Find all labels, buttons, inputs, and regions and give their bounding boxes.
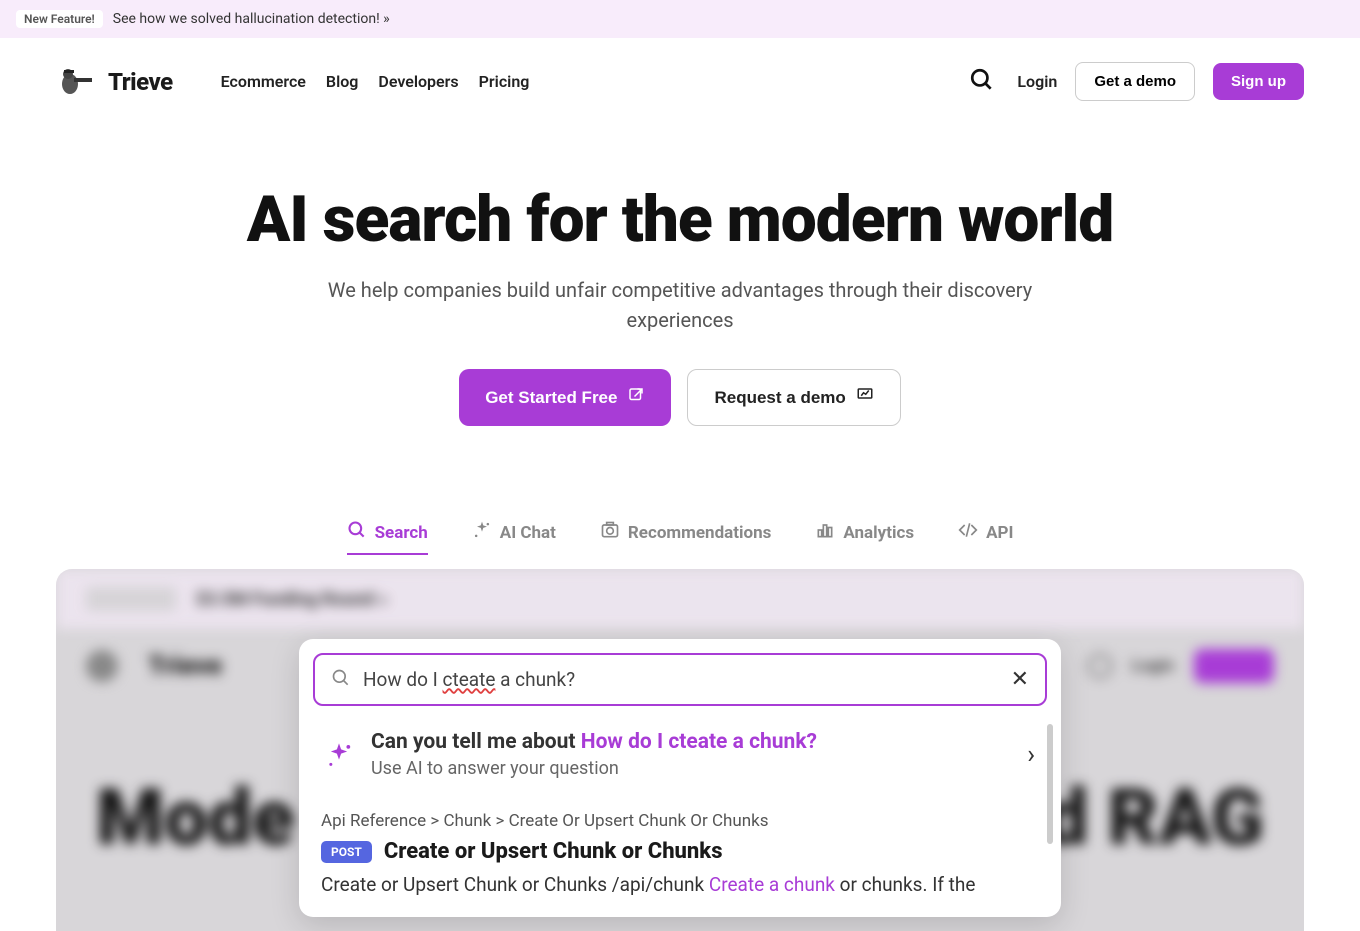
tab-recommendations[interactable]: Recommendations xyxy=(600,520,771,555)
search-icon xyxy=(331,668,351,692)
search-input-wrapper[interactable]: How do I cteate a chunk? ✕ xyxy=(313,653,1047,706)
search-icon xyxy=(347,520,367,545)
tab-label: AI Chat xyxy=(500,523,556,543)
result-title-row[interactable]: POST Create or Upsert Chunk or Chunks xyxy=(317,839,1043,864)
header-right: Login Get a demo Sign up xyxy=(965,62,1304,101)
hero: AI search for the modern world We help c… xyxy=(0,125,1360,466)
request-demo-label: Request a demo xyxy=(714,388,845,408)
tab-label: Analytics xyxy=(843,523,914,543)
search-input[interactable]: How do I cteate a chunk? xyxy=(363,668,999,691)
camera-icon xyxy=(600,520,620,545)
tab-label: Search xyxy=(375,523,428,543)
request-demo-button[interactable]: Request a demo xyxy=(687,369,900,426)
nav-developers[interactable]: Developers xyxy=(378,72,458,91)
blur-headline-left: Mode xyxy=(96,773,295,864)
feature-tabs: Search AI Chat Recommendations Analytics… xyxy=(0,520,1360,555)
blur-brand: Trieve xyxy=(148,651,222,681)
nav-ecommerce[interactable]: Ecommerce xyxy=(221,72,306,91)
ai-suggest-subtitle: Use AI to answer your question xyxy=(371,758,1009,779)
result-description: Create or Upsert Chunk or Chunks /api/ch… xyxy=(317,872,1043,899)
get-started-label: Get Started Free xyxy=(485,388,617,408)
main-nav: Ecommerce Blog Developers Pricing xyxy=(221,72,530,91)
scrollbar[interactable] xyxy=(1047,724,1053,844)
hero-title: AI search for the modern world xyxy=(20,185,1340,255)
chevron-right-icon: › xyxy=(1027,740,1035,770)
ai-suggestion-row[interactable]: Can you tell me about How do I cteate a … xyxy=(317,720,1043,789)
brand-name: Trieve xyxy=(108,68,173,96)
search-results: Can you tell me about How do I cteate a … xyxy=(313,706,1047,903)
hero-ctas: Get Started Free Request a demo xyxy=(20,369,1340,426)
nav-blog[interactable]: Blog xyxy=(326,72,358,91)
hero-subtitle: We help companies build unfair competiti… xyxy=(320,275,1040,335)
announcement-text: See how we solved hallucination detectio… xyxy=(113,11,390,27)
signup-button[interactable]: Sign up xyxy=(1213,63,1304,100)
brand-logo-icon xyxy=(56,66,96,98)
blur-headline-right: d RAG xyxy=(1044,773,1264,864)
external-link-icon xyxy=(627,386,645,409)
sparkle-icon xyxy=(472,520,492,545)
code-icon xyxy=(958,520,978,545)
result-breadcrumb: Api Reference > Chunk > Create Or Upsert… xyxy=(317,811,1043,831)
presentation-icon xyxy=(856,386,874,409)
tab-label: API xyxy=(986,523,1013,543)
announcement-badge: New Feature! xyxy=(16,10,103,28)
result-title: Create or Upsert Chunk or Chunks xyxy=(384,839,723,864)
tab-analytics[interactable]: Analytics xyxy=(815,520,914,555)
blur-login: Login xyxy=(1132,656,1174,676)
site-header: Trieve Ecommerce Blog Developers Pricing… xyxy=(0,38,1360,125)
announcement-bar[interactable]: New Feature! See how we solved hallucina… xyxy=(0,0,1360,38)
login-link[interactable]: Login xyxy=(1017,72,1057,91)
search-modal: How do I cteate a chunk? ✕ Can you tell … xyxy=(299,639,1061,917)
ai-suggest-title: Can you tell me about How do I cteate a … xyxy=(371,730,1009,754)
close-icon[interactable]: ✕ xyxy=(1011,667,1029,692)
preview-pane: $3.5M Funding Round » Trieve Login Mode … xyxy=(56,569,1304,931)
http-method-badge: POST xyxy=(321,841,372,863)
sparkle-icon xyxy=(325,741,353,769)
get-demo-button[interactable]: Get a demo xyxy=(1075,62,1195,101)
nav-pricing[interactable]: Pricing xyxy=(479,72,530,91)
brand[interactable]: Trieve xyxy=(56,66,173,98)
tab-label: Recommendations xyxy=(628,523,771,543)
blur-banner-text: $3.5M Funding Round » xyxy=(196,589,388,610)
chart-icon xyxy=(815,520,835,545)
get-started-button[interactable]: Get Started Free xyxy=(459,369,671,426)
search-icon[interactable] xyxy=(965,63,999,100)
tab-ai-chat[interactable]: AI Chat xyxy=(472,520,556,555)
tab-api[interactable]: API xyxy=(958,520,1013,555)
tab-search[interactable]: Search xyxy=(347,520,428,555)
